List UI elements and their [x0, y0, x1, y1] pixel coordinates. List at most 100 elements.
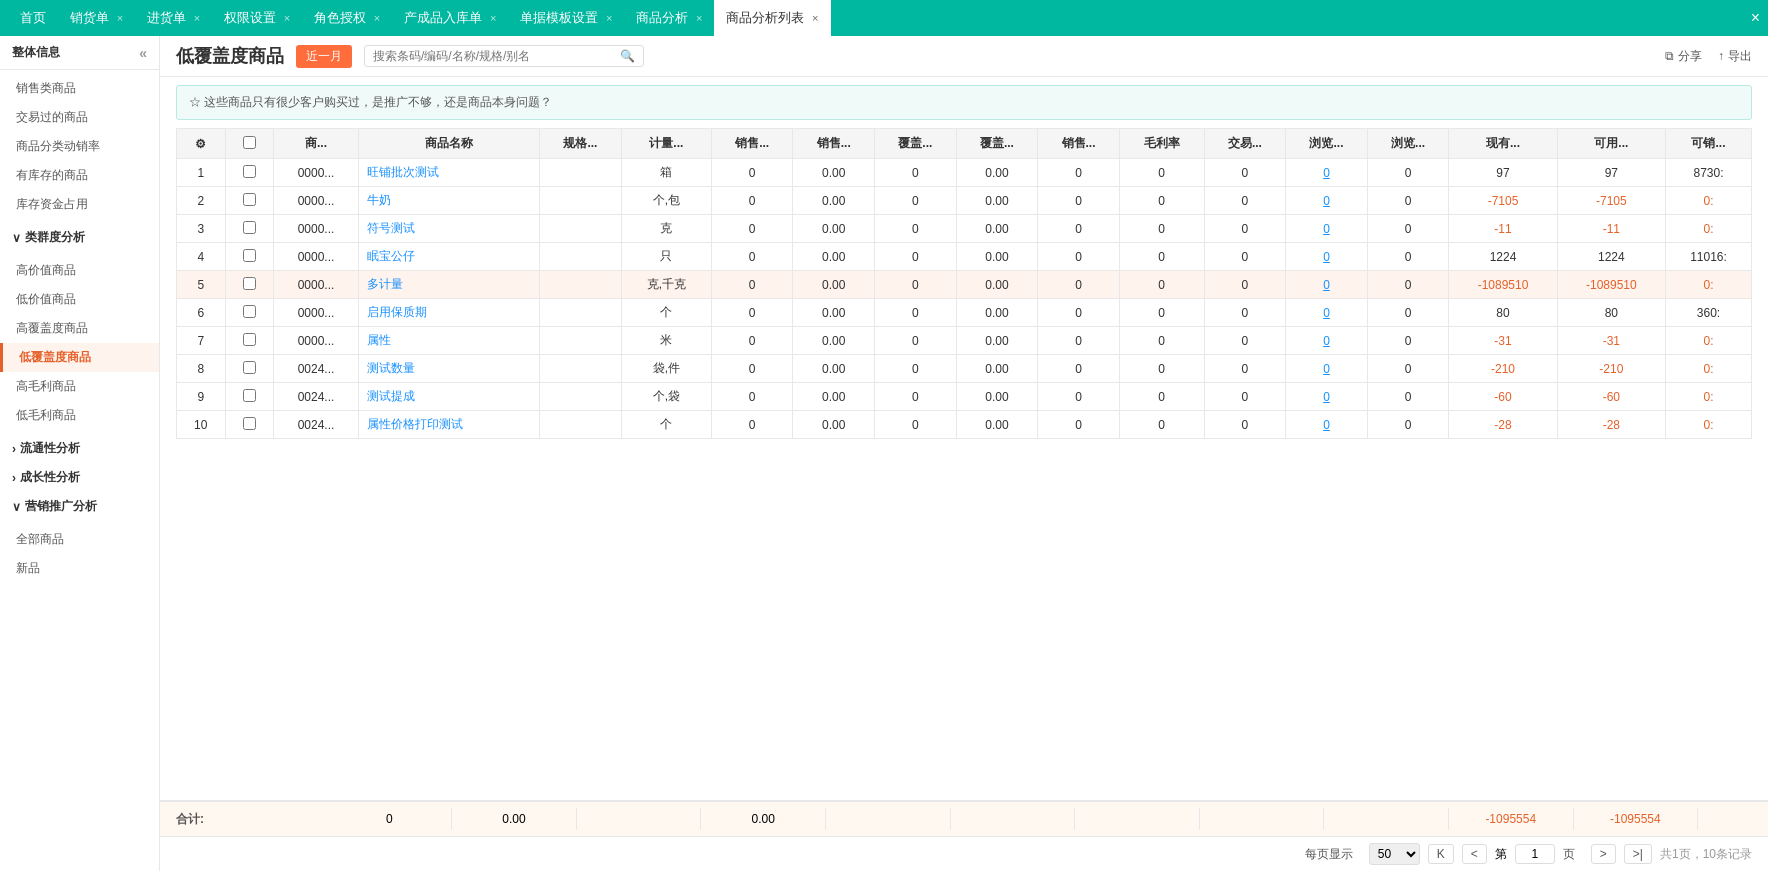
row-browse1[interactable]: 0: [1286, 383, 1368, 411]
sidebar-item-low-coverage[interactable]: 低覆盖度商品: [0, 343, 159, 372]
close-all-btn[interactable]: ×: [1751, 9, 1760, 27]
sidebar-group-marketing[interactable]: ∨ 营销推广分析: [0, 492, 159, 521]
nav-tab-analysis[interactable]: 商品分析 ×: [624, 0, 714, 36]
close-permissions-icon[interactable]: ×: [284, 12, 290, 24]
row-name[interactable]: 属性价格打印测试: [359, 411, 540, 439]
share-btn[interactable]: ⧉ 分享: [1665, 48, 1702, 65]
row-num: 5: [177, 271, 226, 299]
row-checkbox[interactable]: [225, 187, 273, 215]
sidebar-item-low-margin[interactable]: 低毛利商品: [0, 401, 159, 430]
next-page-btn[interactable]: >: [1591, 844, 1616, 864]
filter-period-btn[interactable]: 近一月: [296, 45, 352, 68]
row-sellable: 0:: [1666, 215, 1752, 243]
row-select-checkbox[interactable]: [243, 389, 256, 402]
close-roles-icon[interactable]: ×: [374, 12, 380, 24]
row-name[interactable]: 测试数量: [359, 355, 540, 383]
sidebar-item-capital[interactable]: 库存资金占用: [0, 190, 159, 219]
row-browse1[interactable]: 0: [1286, 299, 1368, 327]
page-number-input[interactable]: [1515, 844, 1555, 864]
row-trade-count: 0: [1204, 271, 1286, 299]
nav-tab-purchase[interactable]: 进货单 ×: [135, 0, 212, 36]
sidebar-group-growth[interactable]: › 成长性分析: [0, 463, 159, 492]
nav-tab-roles[interactable]: 角色授权 ×: [302, 0, 392, 36]
row-sales-amt: 0.00: [793, 215, 875, 243]
row-sales-qty: 0: [711, 215, 793, 243]
row-browse1[interactable]: 0: [1286, 327, 1368, 355]
row-name[interactable]: 牛奶: [359, 187, 540, 215]
first-page-btn[interactable]: K: [1428, 844, 1454, 864]
prev-page-btn[interactable]: <: [1462, 844, 1487, 864]
search-icon[interactable]: 🔍: [620, 49, 635, 63]
nav-tab-permissions[interactable]: 权限设置 ×: [212, 0, 302, 36]
sidebar-item-low-value[interactable]: 低价值商品: [0, 285, 159, 314]
row-cover-count: 0: [875, 383, 957, 411]
close-inventory-icon[interactable]: ×: [490, 12, 496, 24]
row-select-checkbox[interactable]: [243, 221, 256, 234]
page-size-select[interactable]: 50 100 200: [1369, 843, 1420, 865]
close-analysis-icon[interactable]: ×: [696, 12, 702, 24]
sidebar-item-new-goods[interactable]: 新品: [0, 554, 159, 583]
export-btn[interactable]: ↑ 导出: [1718, 48, 1752, 65]
row-checkbox[interactable]: [225, 159, 273, 187]
row-name[interactable]: 旺铺批次测试: [359, 159, 540, 187]
settings-icon[interactable]: ⚙: [195, 137, 206, 151]
sidebar-item-traded-goods[interactable]: 交易过的商品: [0, 103, 159, 132]
nav-tab-analysis-list[interactable]: 商品分析列表 ×: [714, 0, 830, 36]
sidebar-item-all-goods[interactable]: 全部商品: [0, 525, 159, 554]
close-purchase-icon[interactable]: ×: [194, 12, 200, 24]
row-name[interactable]: 多计量: [359, 271, 540, 299]
sidebar-item-high-coverage[interactable]: 高覆盖度商品: [0, 314, 159, 343]
row-select-checkbox[interactable]: [243, 277, 256, 290]
row-browse1[interactable]: 0: [1286, 187, 1368, 215]
row-checkbox[interactable]: [225, 411, 273, 439]
col-settings[interactable]: ⚙: [177, 129, 226, 159]
row-browse1[interactable]: 0: [1286, 243, 1368, 271]
row-sellable: 360:: [1666, 299, 1752, 327]
nav-tab-sales[interactable]: 销货单 ×: [58, 0, 135, 36]
row-select-checkbox[interactable]: [243, 417, 256, 430]
row-browse1[interactable]: 0: [1286, 355, 1368, 383]
row-name[interactable]: 启用保质期: [359, 299, 540, 327]
row-select-checkbox[interactable]: [243, 305, 256, 318]
row-select-checkbox[interactable]: [243, 165, 256, 178]
row-spec: [540, 159, 622, 187]
row-select-checkbox[interactable]: [243, 249, 256, 262]
nav-tab-inventory[interactable]: 产成品入库单 ×: [392, 0, 508, 36]
row-checkbox[interactable]: [225, 327, 273, 355]
row-name[interactable]: 眠宝公仔: [359, 243, 540, 271]
last-page-btn[interactable]: >|: [1624, 844, 1652, 864]
search-input[interactable]: [373, 49, 614, 63]
row-checkbox[interactable]: [225, 271, 273, 299]
sidebar-group-circulation[interactable]: › 流通性分析: [0, 434, 159, 463]
row-select-checkbox[interactable]: [243, 193, 256, 206]
sidebar-item-in-stock[interactable]: 有库存的商品: [0, 161, 159, 190]
row-sellable: 0:: [1666, 271, 1752, 299]
row-checkbox[interactable]: [225, 215, 273, 243]
sidebar-collapse-btn[interactable]: «: [139, 45, 147, 61]
row-browse1[interactable]: 0: [1286, 215, 1368, 243]
sidebar-group-cluster[interactable]: ∨ 类群度分析: [0, 223, 159, 252]
nav-tab-template[interactable]: 单据模板设置 ×: [508, 0, 624, 36]
row-name[interactable]: 属性: [359, 327, 540, 355]
select-all-checkbox[interactable]: [243, 136, 256, 149]
row-select-checkbox[interactable]: [243, 361, 256, 374]
sidebar-item-category-rate[interactable]: 商品分类动销率: [0, 132, 159, 161]
row-name[interactable]: 测试提成: [359, 383, 540, 411]
sidebar-item-high-value[interactable]: 高价值商品: [0, 256, 159, 285]
row-checkbox[interactable]: [225, 355, 273, 383]
sidebar-item-high-margin[interactable]: 高毛利商品: [0, 372, 159, 401]
row-checkbox[interactable]: [225, 299, 273, 327]
close-sales-icon[interactable]: ×: [117, 12, 123, 24]
row-checkbox[interactable]: [225, 243, 273, 271]
row-name[interactable]: 符号测试: [359, 215, 540, 243]
close-analysis-list-icon[interactable]: ×: [812, 12, 818, 24]
table-header: ⚙ 商... 商品名称 规格... 计量... 销售... 销售... 覆盖..…: [177, 129, 1752, 159]
row-select-checkbox[interactable]: [243, 333, 256, 346]
row-browse1[interactable]: 0: [1286, 411, 1368, 439]
nav-tab-home[interactable]: 首页: [8, 0, 58, 36]
row-checkbox[interactable]: [225, 383, 273, 411]
row-browse1[interactable]: 0: [1286, 271, 1368, 299]
sidebar-item-sales-goods[interactable]: 销售类商品: [0, 74, 159, 103]
row-browse1[interactable]: 0: [1286, 159, 1368, 187]
close-template-icon[interactable]: ×: [606, 12, 612, 24]
